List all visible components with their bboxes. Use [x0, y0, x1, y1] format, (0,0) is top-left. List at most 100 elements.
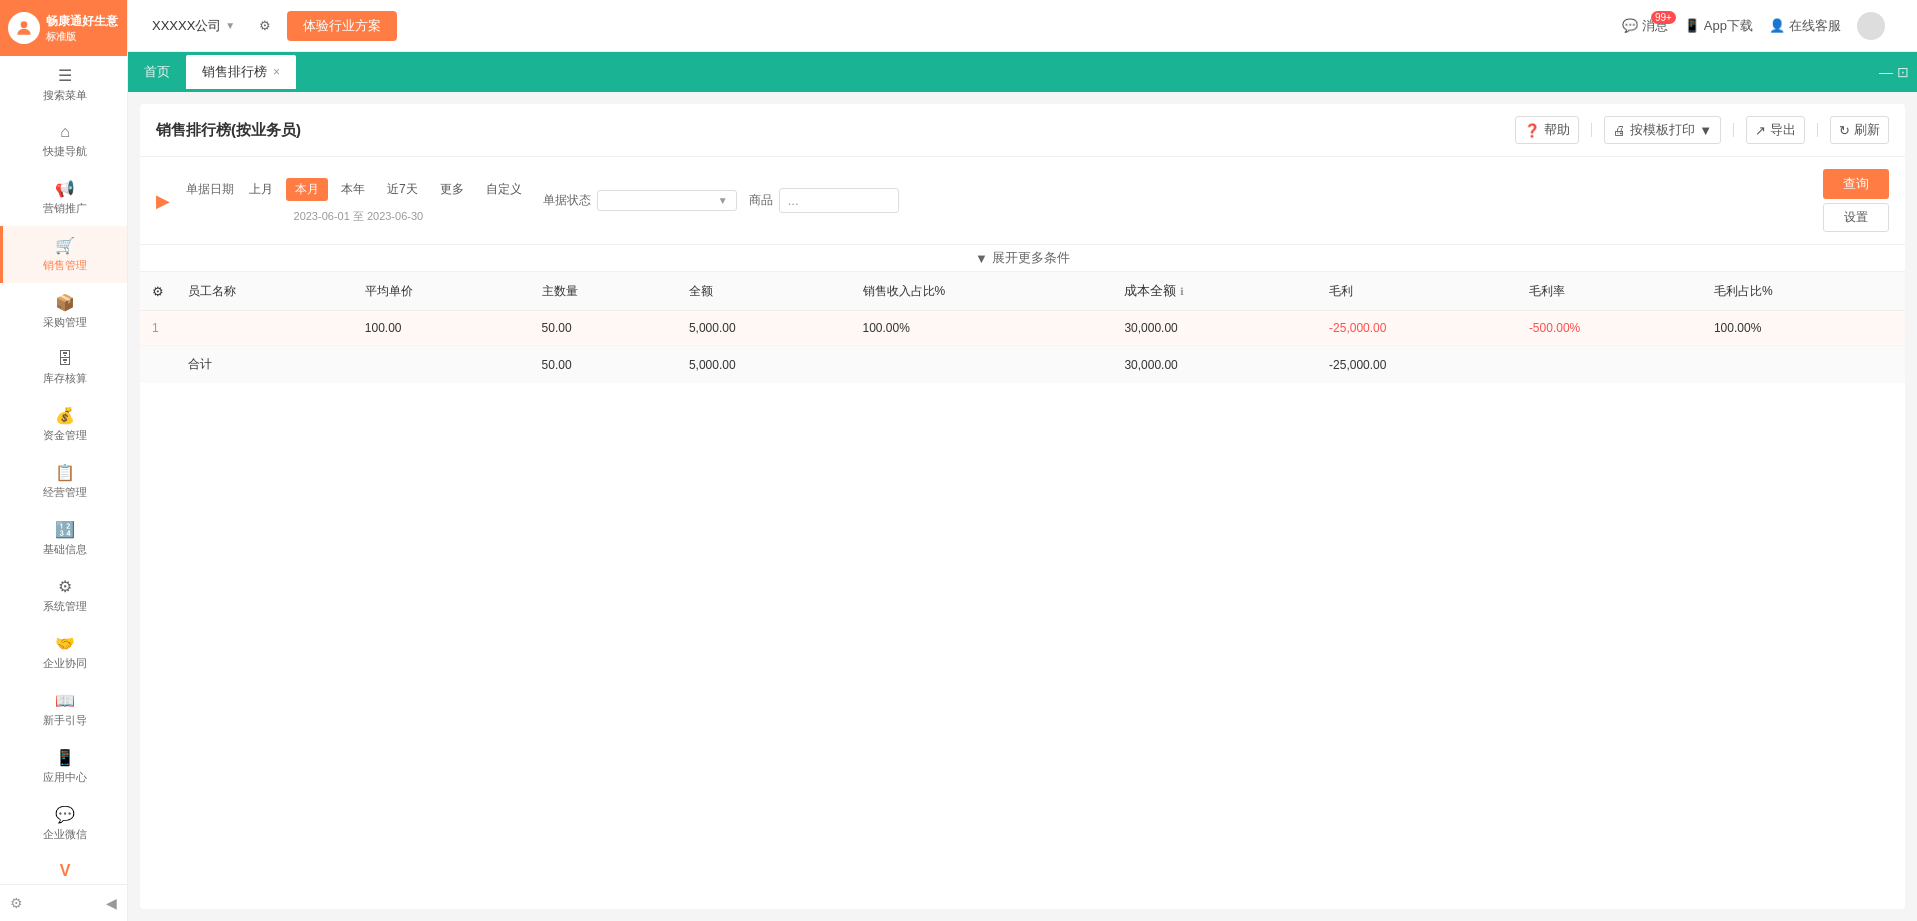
row-employee	[176, 311, 353, 346]
sidebar-item-finance[interactable]: 💰 资金管理	[0, 396, 127, 453]
home-icon: ⌂	[60, 123, 70, 141]
sidebar-label-shortcut: 快捷导航	[43, 144, 87, 159]
header-settings-btn[interactable]: ⚙	[251, 12, 279, 40]
sidebar-item-basics[interactable]: 🔢 基础信息	[0, 510, 127, 567]
print-btn[interactable]: 🖨 按模板打印 ▼	[1604, 116, 1721, 144]
footer-empty1	[140, 346, 176, 384]
cost-info-icon[interactable]: ℹ	[1180, 286, 1184, 297]
top-header: XXXXX公司 ▼ ⚙ 体验行业方案 💬 消息 99+ 📱 App下载 👤 在线…	[128, 0, 1917, 52]
goods-input[interactable]: ...	[779, 188, 899, 213]
col-settings-icon[interactable]: ⚙	[152, 284, 164, 299]
message-icon: 💬	[1622, 18, 1638, 33]
print-icon: 🖨	[1613, 123, 1626, 138]
expand-label: 展开更多条件	[992, 249, 1070, 267]
app-download-btn[interactable]: 📱 App下载	[1684, 17, 1753, 35]
user-avatar[interactable]	[1857, 12, 1885, 40]
tab-maximize-btn[interactable]: ⊡	[1897, 64, 1909, 80]
status-select[interactable]: ▼	[597, 190, 737, 211]
sidebar-item-inventory[interactable]: 🗄 库存核算	[0, 340, 127, 396]
footer-gross-pct	[1702, 346, 1905, 384]
print-dropdown-icon: ▼	[1699, 123, 1712, 138]
date-more-btn[interactable]: 更多	[431, 178, 473, 201]
sidebar-item-apps[interactable]: 📱 应用中心	[0, 738, 127, 795]
date-range-display: 2023-06-01 至 2023-06-30	[294, 209, 424, 224]
sidebar-label-sales: 销售管理	[43, 258, 87, 273]
help-btn[interactable]: ❓ 帮助	[1515, 116, 1579, 144]
footer-avg-price	[353, 346, 530, 384]
footer-cost: 30,000.00	[1112, 346, 1317, 384]
app-logo: 畅康通好生意 标准版	[0, 0, 127, 56]
enterprise-icon: 🤝	[55, 634, 75, 653]
sidebar: 畅康通好生意 标准版 ☰ 搜索菜单 ⌂ 快捷导航 📢 营销推广 🛒 销售管理 📦…	[0, 0, 128, 921]
finance-icon: 💰	[55, 406, 75, 425]
sidebar-label-operations: 经营管理	[43, 485, 87, 500]
settings-btn[interactable]: 设置	[1823, 203, 1889, 232]
sidebar-label-basics: 基础信息	[43, 542, 87, 557]
query-btn[interactable]: 查询	[1823, 169, 1889, 199]
col-amount-header: 全额	[677, 272, 851, 311]
sidebar-label-wechat: 企业微信	[43, 827, 87, 842]
row-gross-pct: 100.00%	[1702, 311, 1905, 346]
filter-collapse-toggle[interactable]: ▶	[156, 190, 170, 212]
company-name: XXXXX公司	[152, 17, 221, 35]
message-btn[interactable]: 💬 消息 99+	[1622, 17, 1668, 35]
tab-close-btn[interactable]: ×	[273, 65, 280, 79]
refresh-label: 刷新	[1854, 121, 1880, 139]
message-badge: 99+	[1651, 11, 1676, 24]
sidebar-item-enterprise[interactable]: 🤝 企业协同	[0, 624, 127, 681]
export-btn[interactable]: ↗ 导出	[1746, 116, 1805, 144]
row-cost: 30,000.00	[1112, 311, 1317, 346]
tab-sales-ranking[interactable]: 销售排行榜 ×	[186, 55, 296, 89]
company-selector[interactable]: XXXXX公司 ▼	[144, 13, 243, 39]
table-row: 1 100.00 50.00 5,000.00 100.00% 30,000.0…	[140, 311, 1905, 346]
sidebar-item-search[interactable]: ☰ 搜索菜单	[0, 56, 127, 113]
col-settings[interactable]: ⚙	[140, 272, 176, 311]
footer-main-qty: 50.00	[530, 346, 677, 384]
sidebar-collapse-btn[interactable]: ◀	[106, 895, 117, 911]
date-this-year-btn[interactable]: 本年	[332, 178, 374, 201]
sidebar-item-marketing[interactable]: 📢 营销推广	[0, 169, 127, 226]
date-7days-btn[interactable]: 近7天	[378, 178, 427, 201]
sidebar-label-system: 系统管理	[43, 599, 87, 614]
tab-label: 销售排行榜	[202, 63, 267, 81]
collapse-arrow-icon[interactable]: ▶	[156, 190, 170, 212]
date-this-month-btn[interactable]: 本月	[286, 178, 328, 201]
tab-home[interactable]: 首页	[128, 55, 186, 89]
sidebar-item-wechat[interactable]: 💬 企业微信	[0, 795, 127, 852]
online-service-btn[interactable]: 👤 在线客服	[1769, 17, 1841, 35]
trial-button[interactable]: 体验行业方案	[287, 11, 397, 41]
help-icon: ❓	[1524, 123, 1540, 138]
sidebar-item-system[interactable]: ⚙ 系统管理	[0, 567, 127, 624]
expand-icon: ▼	[975, 251, 988, 266]
row-avg-price: 100.00	[353, 311, 530, 346]
sidebar-label-inventory: 库存核算	[43, 371, 87, 386]
expand-more-btn[interactable]: ▼ 展开更多条件	[975, 249, 1070, 267]
page-header: 销售排行榜(按业务员) ❓ 帮助 🖨 按模板打印 ▼ ↗	[140, 104, 1905, 157]
sidebar-label-apps: 应用中心	[43, 770, 87, 785]
company-dropdown-icon: ▼	[225, 20, 235, 31]
sidebar-settings-btn[interactable]: ⚙	[10, 895, 23, 911]
date-prev-month-btn[interactable]: 上月	[240, 178, 282, 201]
sidebar-item-purchase[interactable]: 📦 采购管理	[0, 283, 127, 340]
sidebar-item-newbie[interactable]: 📖 新手引导	[0, 681, 127, 738]
goods-more-icon: ...	[788, 193, 799, 208]
wechat-icon: 💬	[55, 805, 75, 824]
operations-icon: 📋	[55, 463, 75, 482]
date-custom-btn[interactable]: 自定义	[477, 178, 531, 201]
sidebar-label-search: 搜索菜单	[43, 88, 87, 103]
refresh-btn[interactable]: ↻ 刷新	[1830, 116, 1889, 144]
sidebar-item-sales[interactable]: 🛒 销售管理	[0, 226, 127, 283]
date-shortcuts: 上月 本月 本年 近7天 更多 自定义	[240, 178, 531, 201]
tab-minimize-btn[interactable]: —	[1879, 64, 1893, 80]
system-icon: ⚙	[58, 577, 72, 596]
divider1	[1591, 123, 1592, 137]
sidebar-item-shortcut[interactable]: ⌂ 快捷导航	[0, 113, 127, 169]
query-settings-group: 查询 设置	[1823, 169, 1889, 232]
app-name: 畅康通好生意	[46, 13, 118, 30]
apps-icon: 📱	[55, 748, 75, 767]
sidebar-item-member[interactable]: V 畅会员	[0, 852, 127, 884]
sidebar-item-operations[interactable]: 📋 经营管理	[0, 453, 127, 510]
divider2	[1733, 123, 1734, 137]
newbie-icon: 📖	[55, 691, 75, 710]
footer-row: 合计 50.00 5,000.00 30,000.00 -25,000.00	[140, 346, 1905, 384]
